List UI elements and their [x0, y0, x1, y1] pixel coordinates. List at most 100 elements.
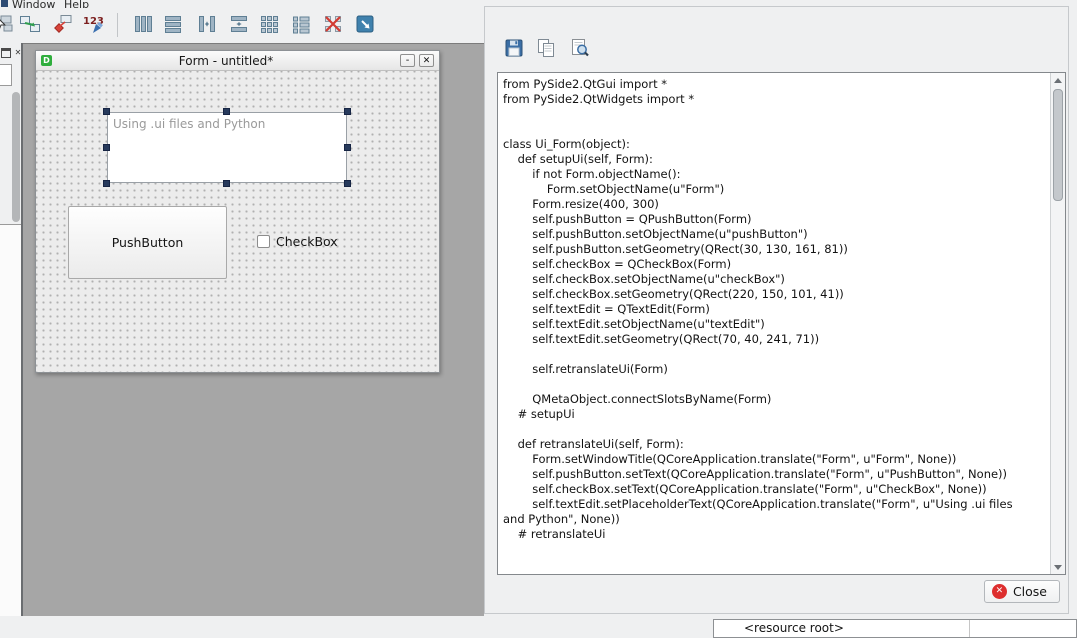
- code-line: self.checkBox = QCheckBox(Form): [503, 257, 1048, 272]
- form-editor-window: D Form - untitled* - ✕ Using .ui files a…: [35, 50, 440, 373]
- textedit-widget[interactable]: Using .ui files and Python: [107, 112, 347, 183]
- edit-buddies-button[interactable]: [49, 11, 75, 37]
- lay-out-vertically-icon: [132, 13, 154, 35]
- adjust-size-icon: [354, 13, 376, 35]
- close-button[interactable]: ✕ Close: [984, 580, 1060, 603]
- widgetbox-filter-input[interactable]: [0, 64, 12, 86]
- edit-widgets-button[interactable]: [0, 11, 16, 37]
- resource-root-item[interactable]: <resource root>: [714, 620, 1076, 637]
- edit-buddies-icon: [50, 12, 74, 36]
- code-scrollbar[interactable]: [1050, 73, 1065, 574]
- code-line: QMetaObject.connectSlotsByName(Form): [503, 392, 1048, 407]
- break-layout-button[interactable]: [320, 11, 346, 37]
- edit-tab-order-button[interactable]: 123: [81, 11, 107, 37]
- textedit-placeholder: Using .ui files and Python: [113, 117, 265, 131]
- qt-designer-window: Window Help: [0, 0, 1077, 638]
- lay-out-vertically-button[interactable]: [130, 11, 156, 37]
- code-line: self.pushButton.setGeometry(QRect(30, 13…: [503, 242, 1048, 257]
- code-line: [503, 107, 1048, 122]
- splitter-horizontal-icon: [196, 13, 218, 35]
- selection-handle[interactable]: [103, 144, 110, 151]
- form-close-button[interactable]: ✕: [419, 54, 434, 67]
- checkbox-label: CheckBox: [276, 234, 338, 249]
- arrow-up-icon: [1054, 78, 1062, 83]
- dock-scrollbar[interactable]: [12, 92, 20, 222]
- code-line: class Ui_Form(object):: [503, 137, 1048, 152]
- code-view[interactable]: from PySide2.QtGui import *from PySide2.…: [497, 72, 1066, 575]
- edit-widgets-icon: [0, 12, 15, 36]
- lay-out-grid-button[interactable]: [256, 11, 282, 37]
- find-button[interactable]: [567, 35, 593, 61]
- main-toolbar: 123: [0, 8, 484, 43]
- selection-handle[interactable]: [103, 108, 110, 115]
- adjust-size-button[interactable]: [352, 11, 378, 37]
- code-line: [503, 122, 1048, 137]
- selection-handle[interactable]: [344, 108, 351, 115]
- code-line: self.checkBox.setObjectName(u"checkBox"): [503, 272, 1048, 287]
- lay-out-horizontally-splitter-button[interactable]: [194, 11, 220, 37]
- find-icon: [569, 37, 591, 59]
- code-line: from PySide2.QtWidgets import *: [503, 92, 1048, 107]
- break-layout-icon: [322, 13, 344, 35]
- save-button[interactable]: [501, 35, 527, 61]
- edit-signals-slots-icon: [18, 12, 42, 36]
- code-line: # retranslateUi: [503, 527, 1048, 542]
- copy-button[interactable]: [533, 35, 559, 61]
- splitter-vertical-icon: [228, 13, 250, 35]
- lay-out-horizontally-icon: [162, 13, 184, 35]
- selection-handle[interactable]: [223, 180, 230, 187]
- scroll-up-button[interactable]: [1051, 73, 1065, 87]
- checkbox-widget[interactable]: CheckBox: [257, 234, 338, 249]
- grid-layout-icon: [258, 13, 280, 35]
- menu-help[interactable]: Help: [64, 0, 89, 8]
- menubar-icon-fragment: [1, 0, 8, 7]
- close-button-label: Close: [1013, 584, 1047, 599]
- scroll-down-button[interactable]: [1051, 560, 1065, 574]
- code-line: self.retranslateUi(Form): [503, 362, 1048, 377]
- selection-handle[interactable]: [344, 180, 351, 187]
- lay-out-vertically-splitter-button[interactable]: [226, 11, 252, 37]
- pushbutton-widget[interactable]: PushButton: [68, 206, 227, 279]
- scrollbar-thumb[interactable]: [1053, 89, 1063, 201]
- dock-float-icon[interactable]: [1, 48, 11, 58]
- copy-icon: [535, 37, 557, 59]
- code-line: [503, 422, 1048, 437]
- code-line: self.pushButton = QPushButton(Form): [503, 212, 1048, 227]
- code-line: self.pushButton.setText(QCoreApplication…: [503, 467, 1048, 482]
- edit-signals-slots-button[interactable]: [17, 11, 43, 37]
- form-layout-icon: [290, 13, 312, 35]
- code-line: if not Form.objectName():: [503, 167, 1048, 182]
- menu-window[interactable]: Window: [12, 0, 55, 8]
- code-preview-dialog: from PySide2.QtGui import *from PySide2.…: [484, 6, 1069, 614]
- resource-column-divider: [969, 620, 970, 637]
- code-line: def retranslateUi(self, Form):: [503, 437, 1048, 452]
- code-line: self.textEdit.setGeometry(QRect(70, 40, …: [503, 332, 1048, 347]
- toolbar-separator: [117, 13, 118, 37]
- selection-handle[interactable]: [223, 108, 230, 115]
- code-line: Form.setWindowTitle(QCoreApplication.tra…: [503, 452, 1048, 467]
- code-line: [503, 377, 1048, 392]
- menubar: Window Help: [0, 0, 484, 8]
- code-line: self.textEdit.setObjectName(u"textEdit"): [503, 317, 1048, 332]
- lay-out-form-button[interactable]: [288, 11, 314, 37]
- selection-handle[interactable]: [344, 144, 351, 151]
- resource-browser: <resource root>: [713, 619, 1077, 638]
- code-line: self.checkBox.setGeometry(QRect(220, 150…: [503, 287, 1048, 302]
- code-line: from PySide2.QtGui import *: [503, 77, 1048, 92]
- form-minimize-button[interactable]: -: [400, 54, 415, 67]
- checkbox-indicator[interactable]: [257, 235, 270, 248]
- arrow-down-icon: [1054, 565, 1062, 570]
- selection-handle[interactable]: [103, 180, 110, 187]
- code-line: def setupUi(self, Form):: [503, 152, 1048, 167]
- code-line: self.textEdit = QTextEdit(Form): [503, 302, 1048, 317]
- code-line: Form.setObjectName(u"Form"): [503, 182, 1048, 197]
- widgetbox-list-fragment: [0, 224, 21, 616]
- close-circle-icon: ✕: [992, 584, 1007, 599]
- code-line: self.textEdit.setPlaceholderText(QCoreAp…: [503, 497, 1048, 512]
- form-window-title: Form - untitled*: [56, 54, 396, 68]
- form-window-titlebar[interactable]: D Form - untitled* - ✕: [36, 51, 439, 71]
- code-line: self.pushButton.setObjectName(u"pushButt…: [503, 227, 1048, 242]
- lay-out-horizontally-button[interactable]: [160, 11, 186, 37]
- code-line: Form.resize(400, 300): [503, 197, 1048, 212]
- form-canvas[interactable]: Using .ui files and Python PushButton Ch…: [36, 71, 439, 372]
